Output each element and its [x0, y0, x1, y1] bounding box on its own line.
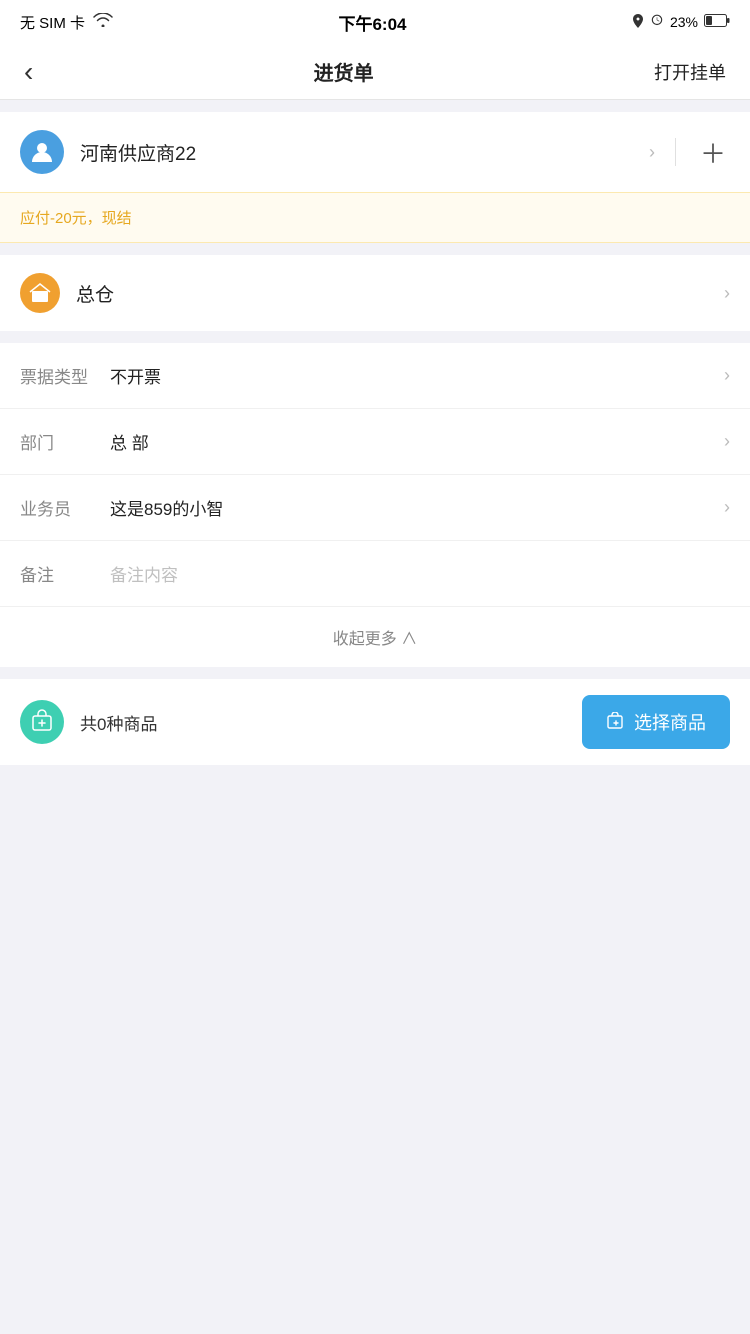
supplier-chevron-icon: ›	[649, 142, 655, 163]
department-label: 部门	[20, 429, 110, 454]
add-supplier-button[interactable]: ＋	[696, 134, 730, 171]
fields-section: 票据类型 不开票 › 部门 总 部 › 业务员 这是859的小智 › 备注 备注…	[0, 343, 750, 667]
bottom-bar: 共0种商品 选择商品	[0, 679, 750, 765]
notice-text: 应付-20元，现结	[20, 210, 132, 227]
ticket-type-value: 不开票	[110, 363, 724, 388]
product-count-text: 共0种商品	[80, 710, 582, 735]
alarm-icon	[650, 14, 664, 31]
collapse-row[interactable]: 收起更多 ∧	[0, 606, 750, 667]
ticket-type-chevron-icon: ›	[724, 365, 730, 386]
supplier-avatar	[20, 130, 64, 174]
select-product-label: 选择商品	[634, 709, 706, 735]
department-value: 总 部	[110, 429, 724, 454]
warehouse-section: 总仓 ›	[0, 255, 750, 331]
status-bar: 无 SIM 卡 下午6:04 23%	[0, 0, 750, 44]
nav-bar: ‹ 进货单 打开挂单	[0, 44, 750, 100]
status-left: 无 SIM 卡	[20, 12, 113, 33]
select-product-button[interactable]: 选择商品	[582, 695, 730, 749]
wifi-icon	[93, 13, 113, 31]
warehouse-chevron-icon: ›	[724, 283, 730, 304]
divider-1	[0, 100, 750, 112]
remark-placeholder: 备注内容	[110, 561, 730, 586]
back-button[interactable]: ‹	[24, 58, 33, 86]
product-icon	[20, 700, 64, 744]
warehouse-icon	[20, 273, 60, 313]
status-right: 23%	[632, 14, 730, 31]
divider-2	[0, 243, 750, 255]
department-chevron-icon: ›	[724, 431, 730, 452]
remark-label: 备注	[20, 561, 110, 586]
salesperson-row[interactable]: 业务员 这是859的小智 ›	[0, 475, 750, 541]
empty-area	[0, 765, 750, 1065]
location-icon	[632, 14, 644, 31]
open-pending-button[interactable]: 打开挂单	[654, 59, 726, 85]
collapse-label: 收起更多 ∧	[333, 625, 417, 649]
supplier-section: 河南供应商22 › ＋ 应付-20元，现结	[0, 112, 750, 243]
battery-percent: 23%	[670, 14, 698, 30]
warehouse-row[interactable]: 总仓 ›	[0, 255, 750, 331]
ticket-type-label: 票据类型	[20, 363, 110, 388]
ticket-type-row[interactable]: 票据类型 不开票 ›	[0, 343, 750, 409]
salesperson-value: 这是859的小智	[110, 495, 724, 520]
carrier-text: 无 SIM 卡	[20, 12, 85, 33]
warehouse-name: 总仓	[76, 280, 724, 307]
salesperson-label: 业务员	[20, 495, 110, 520]
supplier-name: 河南供应商22	[80, 139, 649, 166]
divider-3	[0, 331, 750, 343]
department-row[interactable]: 部门 总 部 ›	[0, 409, 750, 475]
vertical-divider	[675, 138, 676, 166]
notice-bar: 应付-20元，现结	[0, 192, 750, 243]
salesperson-chevron-icon: ›	[724, 497, 730, 518]
remark-row[interactable]: 备注 备注内容	[0, 541, 750, 606]
supplier-row[interactable]: 河南供应商22 › ＋	[0, 112, 750, 192]
status-time: 下午6:04	[338, 10, 406, 35]
battery-icon	[704, 14, 730, 30]
page-title: 进货单	[314, 57, 374, 86]
